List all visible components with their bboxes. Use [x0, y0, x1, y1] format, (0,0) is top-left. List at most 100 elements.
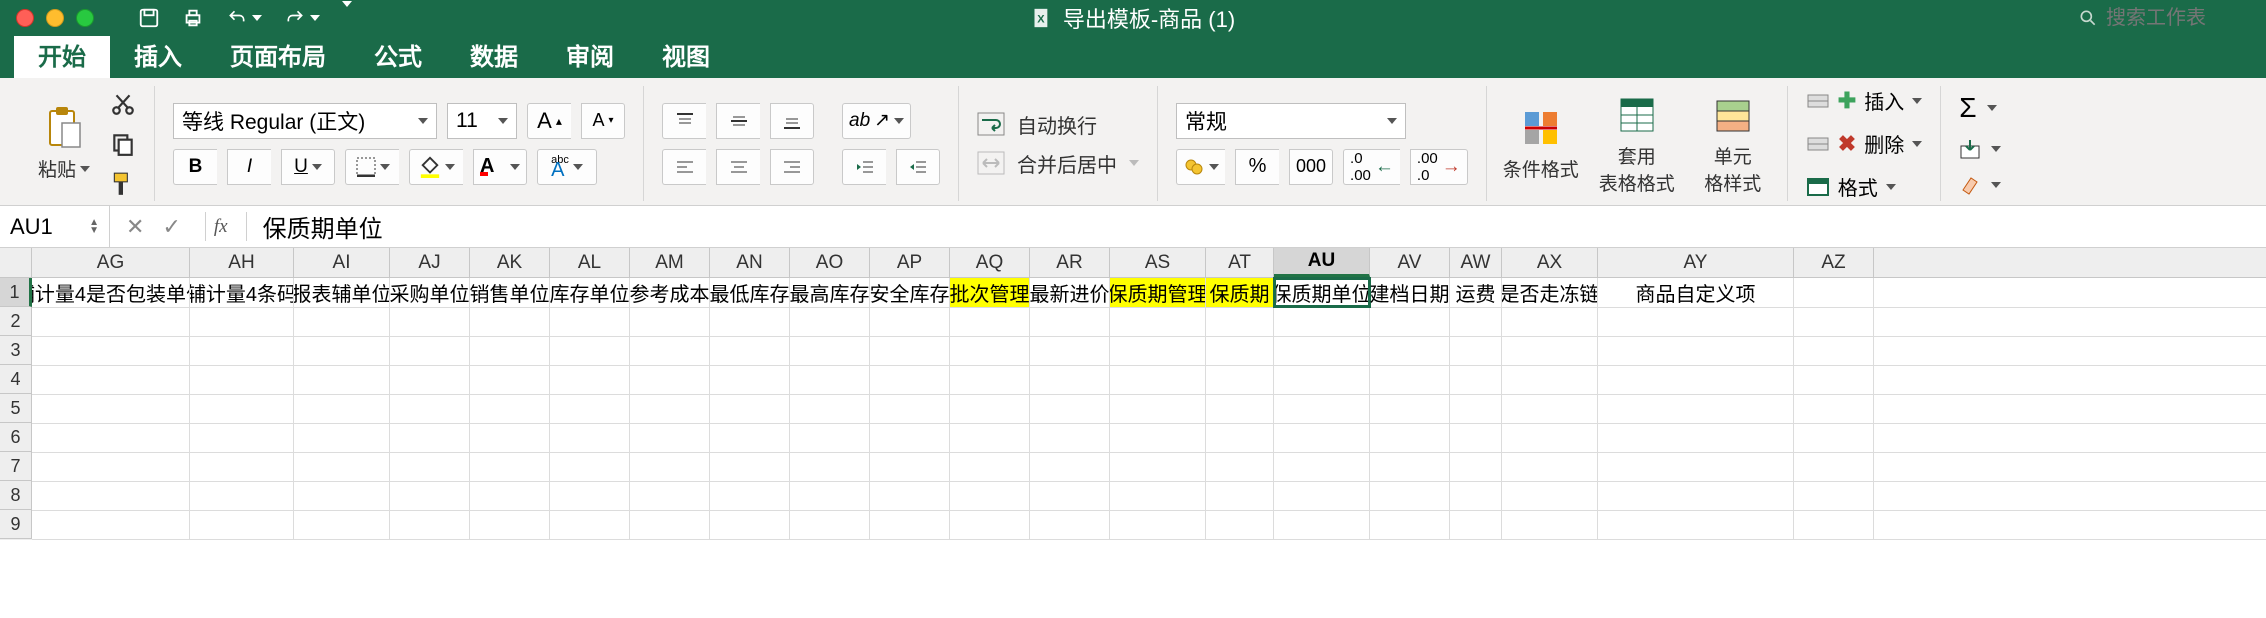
cell-AV2[interactable]	[1370, 308, 1450, 336]
cell-AX1[interactable]: 是否走冻链	[1502, 278, 1598, 307]
cell-AL5[interactable]	[550, 395, 630, 423]
cell-AQ2[interactable]	[950, 308, 1030, 336]
cell-AS4[interactable]	[1110, 366, 1206, 394]
cell-AS5[interactable]	[1110, 395, 1206, 423]
fx-icon[interactable]: fx	[214, 216, 228, 238]
cell-AK6[interactable]	[470, 424, 550, 452]
cell-AW2[interactable]	[1450, 308, 1502, 336]
cell-AH8[interactable]	[190, 482, 294, 510]
column-header-AO[interactable]: AO	[790, 248, 870, 277]
cell-AH1[interactable]: 辅计量4条码	[190, 278, 294, 307]
cell-AP6[interactable]	[870, 424, 950, 452]
cell-AH5[interactable]	[190, 395, 294, 423]
increase-font-button[interactable]: A▴	[527, 103, 571, 139]
font-name-combo[interactable]: 等线 Regular (正文)	[173, 103, 437, 139]
cell-AL4[interactable]	[550, 366, 630, 394]
align-bottom-button[interactable]	[770, 103, 814, 139]
cell-AO3[interactable]	[790, 337, 870, 365]
cell-AR1[interactable]: 最新进价	[1030, 278, 1110, 307]
cell-AM1[interactable]: 参考成本	[630, 278, 710, 307]
cell-AV4[interactable]	[1370, 366, 1450, 394]
font-size-combo[interactable]: 11	[447, 103, 517, 139]
cell-AI8[interactable]	[294, 482, 390, 510]
cell-AR3[interactable]	[1030, 337, 1110, 365]
align-left-button[interactable]	[662, 149, 706, 185]
cell-AG7[interactable]	[32, 453, 190, 481]
cell-AL3[interactable]	[550, 337, 630, 365]
cell-AS3[interactable]	[1110, 337, 1206, 365]
minimize-window-button[interactable]	[46, 9, 64, 27]
cell-AO6[interactable]	[790, 424, 870, 452]
cell-AP1[interactable]: 安全库存	[870, 278, 950, 307]
cell-AJ2[interactable]	[390, 308, 470, 336]
cell-styles-button[interactable]: 单元 格样式	[1697, 92, 1769, 196]
column-header-AL[interactable]: AL	[550, 248, 630, 277]
increase-indent-button[interactable]	[896, 149, 940, 185]
cell-AN3[interactable]	[710, 337, 790, 365]
column-header-AH[interactable]: AH	[190, 248, 294, 277]
cell-AS7[interactable]	[1110, 453, 1206, 481]
column-header-AG[interactable]: AG	[32, 248, 190, 277]
enter-formula-icon[interactable]: ✓	[162, 214, 180, 240]
cell-AR5[interactable]	[1030, 395, 1110, 423]
cell-AJ8[interactable]	[390, 482, 470, 510]
cell-AU2[interactable]	[1274, 308, 1370, 336]
conditional-format-button[interactable]: 条件格式	[1505, 105, 1577, 182]
autosum-button[interactable]: Σ	[1959, 92, 2001, 124]
decrease-decimal-button[interactable]: .00.0→	[1410, 149, 1468, 185]
cell-AW7[interactable]	[1450, 453, 1502, 481]
undo-icon[interactable]	[226, 8, 262, 28]
cell-AJ9[interactable]	[390, 511, 470, 539]
cell-AR7[interactable]	[1030, 453, 1110, 481]
fill-button[interactable]	[1959, 138, 2001, 160]
row-header-7[interactable]: 7	[0, 452, 32, 481]
cell-AI2[interactable]	[294, 308, 390, 336]
cell-AZ1[interactable]	[1794, 278, 1874, 307]
cell-AK3[interactable]	[470, 337, 550, 365]
cell-AN4[interactable]	[710, 366, 790, 394]
percent-button[interactable]: %	[1235, 149, 1279, 185]
cell-AT2[interactable]	[1206, 308, 1274, 336]
row-header-3[interactable]: 3	[0, 336, 32, 365]
cell-AY3[interactable]	[1598, 337, 1794, 365]
cell-AP9[interactable]	[870, 511, 950, 539]
column-header-AM[interactable]: AM	[630, 248, 710, 277]
cell-AL7[interactable]	[550, 453, 630, 481]
comma-button[interactable]: 000	[1289, 149, 1333, 185]
redo-icon[interactable]	[284, 8, 320, 28]
cell-AZ8[interactable]	[1794, 482, 1874, 510]
format-painter-icon[interactable]	[110, 171, 136, 197]
column-header-AT[interactable]: AT	[1206, 248, 1274, 277]
row-header-8[interactable]: 8	[0, 481, 32, 510]
cell-AL9[interactable]	[550, 511, 630, 539]
cell-AV5[interactable]	[1370, 395, 1450, 423]
cell-AI5[interactable]	[294, 395, 390, 423]
cell-AG2[interactable]	[32, 308, 190, 336]
cell-AH4[interactable]	[190, 366, 294, 394]
column-header-AI[interactable]: AI	[294, 248, 390, 277]
cell-AO2[interactable]	[790, 308, 870, 336]
cell-AK7[interactable]	[470, 453, 550, 481]
decrease-font-button[interactable]: A▾	[581, 103, 625, 139]
cell-AL1[interactable]: 库存单位	[550, 278, 630, 307]
row-header-1[interactable]: 1	[0, 278, 32, 307]
insert-cells-button[interactable]: ✚插入	[1806, 86, 1922, 115]
cell-AK4[interactable]	[470, 366, 550, 394]
cell-AH7[interactable]	[190, 453, 294, 481]
cell-AL2[interactable]	[550, 308, 630, 336]
cell-AI9[interactable]	[294, 511, 390, 539]
orientation-button[interactable]: ab↗	[842, 103, 911, 139]
align-right-button[interactable]	[770, 149, 814, 185]
cancel-formula-icon[interactable]: ✕	[126, 214, 144, 240]
font-color-button[interactable]: A	[473, 149, 527, 185]
cell-AT7[interactable]	[1206, 453, 1274, 481]
format-cells-button[interactable]: 格式	[1806, 172, 1922, 201]
cell-AS2[interactable]	[1110, 308, 1206, 336]
tab-插入[interactable]: 插入	[110, 29, 206, 78]
name-box[interactable]: AU1 ▲▼	[0, 206, 110, 247]
cell-AU4[interactable]	[1274, 366, 1370, 394]
cell-AP7[interactable]	[870, 453, 950, 481]
cell-AH2[interactable]	[190, 308, 294, 336]
cell-AG3[interactable]	[32, 337, 190, 365]
cell-AV9[interactable]	[1370, 511, 1450, 539]
